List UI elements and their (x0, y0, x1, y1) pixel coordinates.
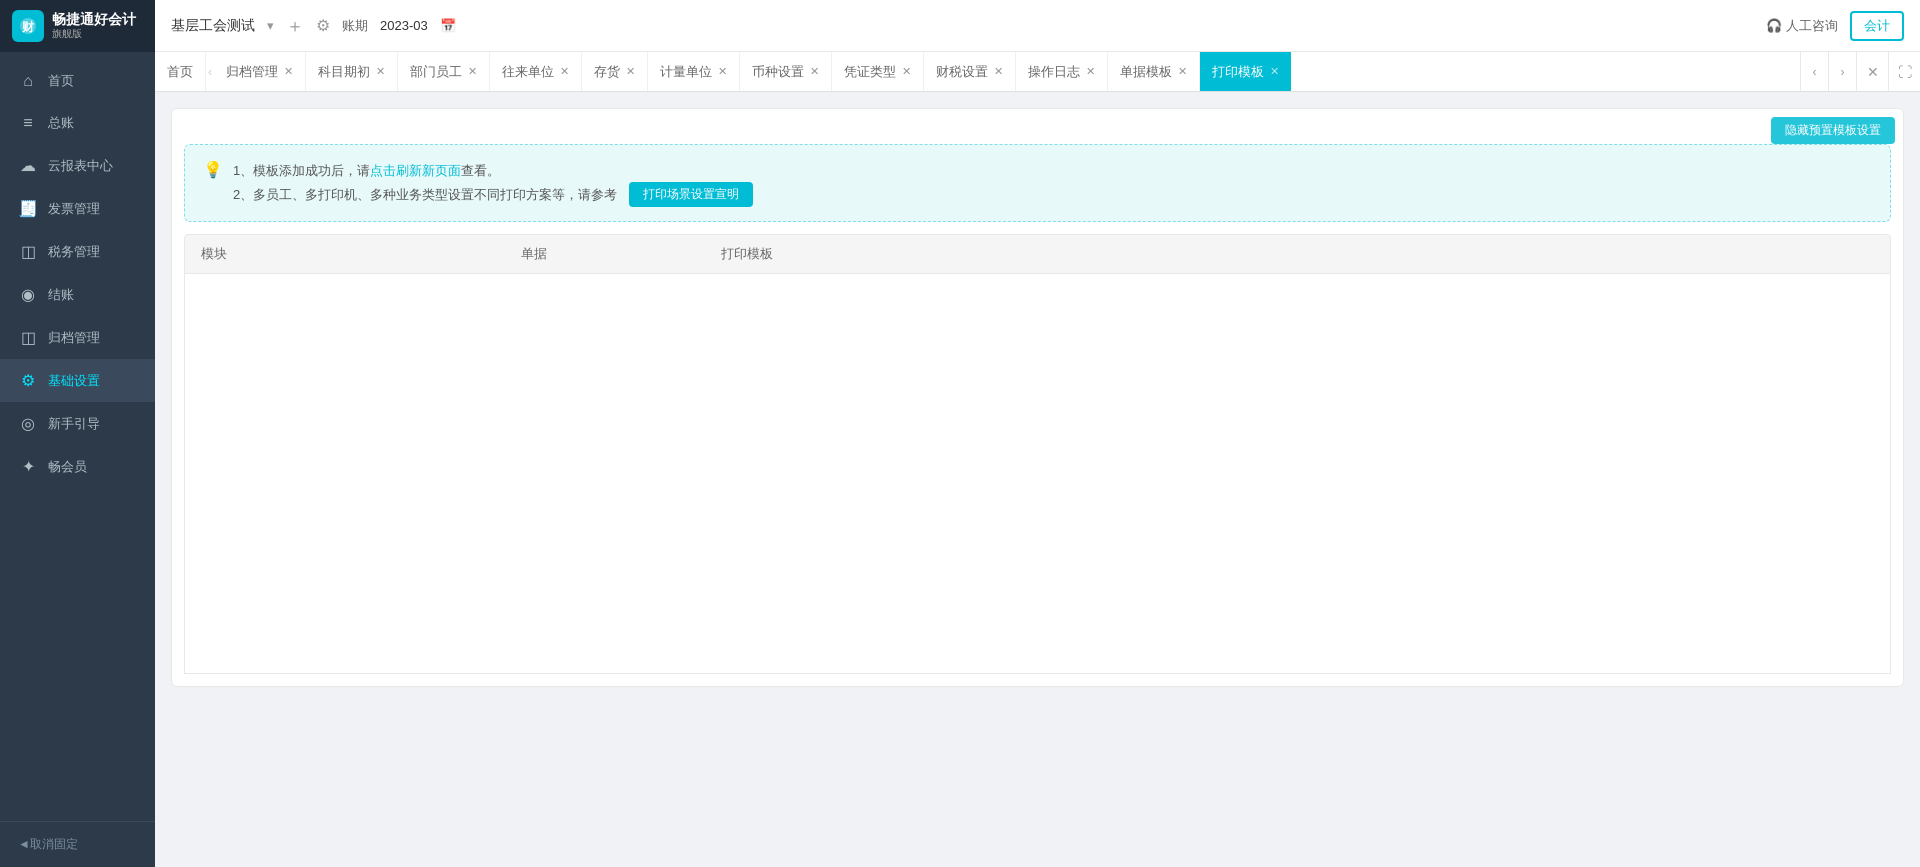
top-bar: 基层工会测试 ▾ ＋ ⚙ 账期 2023-03 📅 🎧 人工咨询 会计 (155, 0, 1920, 52)
unpin-label: ◄取消固定 (18, 836, 78, 853)
ledger-icon: ≡ (18, 114, 38, 132)
tab-subject-close[interactable]: ✕ (376, 65, 385, 78)
company-name: 基层工会测试 (171, 17, 255, 35)
period-value: 2023-03 (380, 18, 428, 33)
sidebar-item-settings[interactable]: ⚙ 基础设置 (0, 359, 155, 402)
sidebar-item-closing[interactable]: ◉ 结账 (0, 273, 155, 316)
cloud-icon: ☁ (18, 156, 38, 175)
sidebar-nav: ⌂ 首页 ≡ 总账 ☁ 云报表中心 🧾 发票管理 ◫ 税务管理 ◉ 结账 ◫ 归… (0, 52, 155, 821)
tab-separator-1: ‹ (206, 65, 214, 79)
tab-home[interactable]: 首页 (155, 52, 206, 92)
settings-icon: ⚙ (18, 371, 38, 390)
table-body (184, 274, 1891, 674)
sidebar-item-invoice[interactable]: 🧾 发票管理 (0, 187, 155, 230)
guide-icon: ◎ (18, 414, 38, 433)
tab-currency[interactable]: 币种设置 ✕ (740, 52, 832, 92)
sidebar-item-reports[interactable]: ☁ 云报表中心 (0, 144, 155, 187)
sidebar-item-tax[interactable]: ◫ 税务管理 (0, 230, 155, 273)
col-template-header: 打印模板 (705, 235, 1890, 273)
tab-dept-close[interactable]: ✕ (468, 65, 477, 78)
tab-singlebill[interactable]: 单据模板 ✕ (1108, 52, 1200, 92)
calendar-icon[interactable]: 📅 (440, 18, 456, 33)
tab-partner-close[interactable]: ✕ (560, 65, 569, 78)
app-logo-text: 畅捷通好会计 旗舰版 (52, 11, 136, 42)
tab-printtemplate-close[interactable]: ✕ (1270, 65, 1279, 78)
tab-log-close[interactable]: ✕ (1086, 65, 1095, 78)
tab-prev-btn[interactable]: ‹ (1800, 52, 1828, 92)
headset-icon: 🎧 (1766, 18, 1782, 33)
sidebar: 财 畅捷通好会计 旗舰版 ⌂ 首页 ≡ 总账 ☁ 云报表中心 🧾 发票管理 ◫ … (0, 0, 155, 867)
tab-inventory[interactable]: 存货 ✕ (582, 52, 648, 92)
tab-subject[interactable]: 科目期初 ✕ (306, 52, 398, 92)
sidebar-item-guide[interactable]: ◎ 新手引导 (0, 402, 155, 445)
print-scene-btn[interactable]: 打印场景设置宣明 (629, 182, 753, 207)
invoice-icon: 🧾 (18, 199, 38, 218)
tab-voucher[interactable]: 凭证类型 ✕ (832, 52, 924, 92)
svg-text:财: 财 (21, 20, 35, 34)
tab-singlebill-close[interactable]: ✕ (1178, 65, 1187, 78)
col-module-header: 模块 (185, 235, 505, 273)
info-line1: 1、模板添加成功后，请点击刷新新页面查看。 (233, 159, 753, 182)
tab-archive[interactable]: 归档管理 ✕ (214, 52, 306, 92)
sidebar-unpin-btn[interactable]: ◄取消固定 (0, 821, 155, 867)
tab-expand-btn[interactable]: ⛶ (1888, 52, 1920, 92)
tab-inventory-close[interactable]: ✕ (626, 65, 635, 78)
bulb-icon: 💡 (203, 160, 223, 179)
hide-btn-wrapper: 隐藏预置模板设置 (172, 109, 1903, 144)
info-banner: 💡 1、模板添加成功后，请点击刷新新页面查看。 2、多员工、多打印机、多种业务类… (184, 144, 1891, 222)
top-bar-right: 🎧 人工咨询 会计 (1766, 11, 1904, 41)
tab-finance-close[interactable]: ✕ (994, 65, 1003, 78)
sidebar-item-archive[interactable]: ◫ 归档管理 (0, 316, 155, 359)
hide-template-btn[interactable]: 隐藏预置模板设置 (1771, 117, 1895, 144)
settings-gear-icon[interactable]: ⚙ (316, 16, 330, 35)
customer-service-btn[interactable]: 🎧 人工咨询 (1766, 17, 1838, 35)
archive-icon: ◫ (18, 328, 38, 347)
tab-nav-arrows: ‹ › ✕ ⛶ (1800, 52, 1920, 92)
info-line2-row: 2、多员工、多打印机、多种业务类型设置不同打印方案等，请参考 打印场景设置宣明 (233, 182, 753, 207)
tab-archive-close[interactable]: ✕ (284, 65, 293, 78)
account-button[interactable]: 会计 (1850, 11, 1904, 41)
content-area: 隐藏预置模板设置 💡 1、模板添加成功后，请点击刷新新页面查看。 2、多员工、多… (155, 92, 1920, 867)
tax-icon: ◫ (18, 242, 38, 261)
company-dropdown-icon[interactable]: ▾ (267, 18, 274, 33)
table-header: 模块 单据 打印模板 (184, 234, 1891, 274)
tab-log[interactable]: 操作日志 ✕ (1016, 52, 1108, 92)
sidebar-item-ledger[interactable]: ≡ 总账 (0, 102, 155, 144)
period-label: 账期 (342, 17, 368, 35)
home-icon: ⌂ (18, 72, 38, 90)
tab-partner[interactable]: 往来单位 ✕ (490, 52, 582, 92)
tab-finance[interactable]: 财税设置 ✕ (924, 52, 1016, 92)
member-icon: ✦ (18, 457, 38, 476)
content-wrapper: 隐藏预置模板设置 💡 1、模板添加成功后，请点击刷新新页面查看。 2、多员工、多… (171, 108, 1904, 687)
tab-unit-close[interactable]: ✕ (718, 65, 727, 78)
tab-unit[interactable]: 计量单位 ✕ (648, 52, 740, 92)
tab-bar: 首页 ‹ 归档管理 ✕ 科目期初 ✕ 部门员工 ✕ 往来单位 ✕ 存货 ✕ 计量… (155, 52, 1920, 92)
tab-currency-close[interactable]: ✕ (810, 65, 819, 78)
closing-icon: ◉ (18, 285, 38, 304)
col-bill-header: 单据 (505, 235, 705, 273)
sidebar-item-member[interactable]: ✦ 畅会员 (0, 445, 155, 488)
sidebar-logo: 财 畅捷通好会计 旗舰版 (0, 0, 155, 52)
main-area: 基层工会测试 ▾ ＋ ⚙ 账期 2023-03 📅 🎧 人工咨询 会计 首页 ‹… (155, 0, 1920, 867)
tab-close-all-btn[interactable]: ✕ (1856, 52, 1888, 92)
tab-printtemplate[interactable]: 打印模板 ✕ (1200, 52, 1291, 92)
tab-dept[interactable]: 部门员工 ✕ (398, 52, 490, 92)
app-logo-icon: 财 (12, 10, 44, 42)
refresh-link[interactable]: 点击刷新新页面 (370, 163, 461, 178)
add-company-btn[interactable]: ＋ (286, 14, 304, 38)
info-text: 1、模板添加成功后，请点击刷新新页面查看。 2、多员工、多打印机、多种业务类型设… (233, 159, 753, 207)
tab-voucher-close[interactable]: ✕ (902, 65, 911, 78)
tab-next-btn[interactable]: › (1828, 52, 1856, 92)
sidebar-item-home[interactable]: ⌂ 首页 (0, 60, 155, 102)
